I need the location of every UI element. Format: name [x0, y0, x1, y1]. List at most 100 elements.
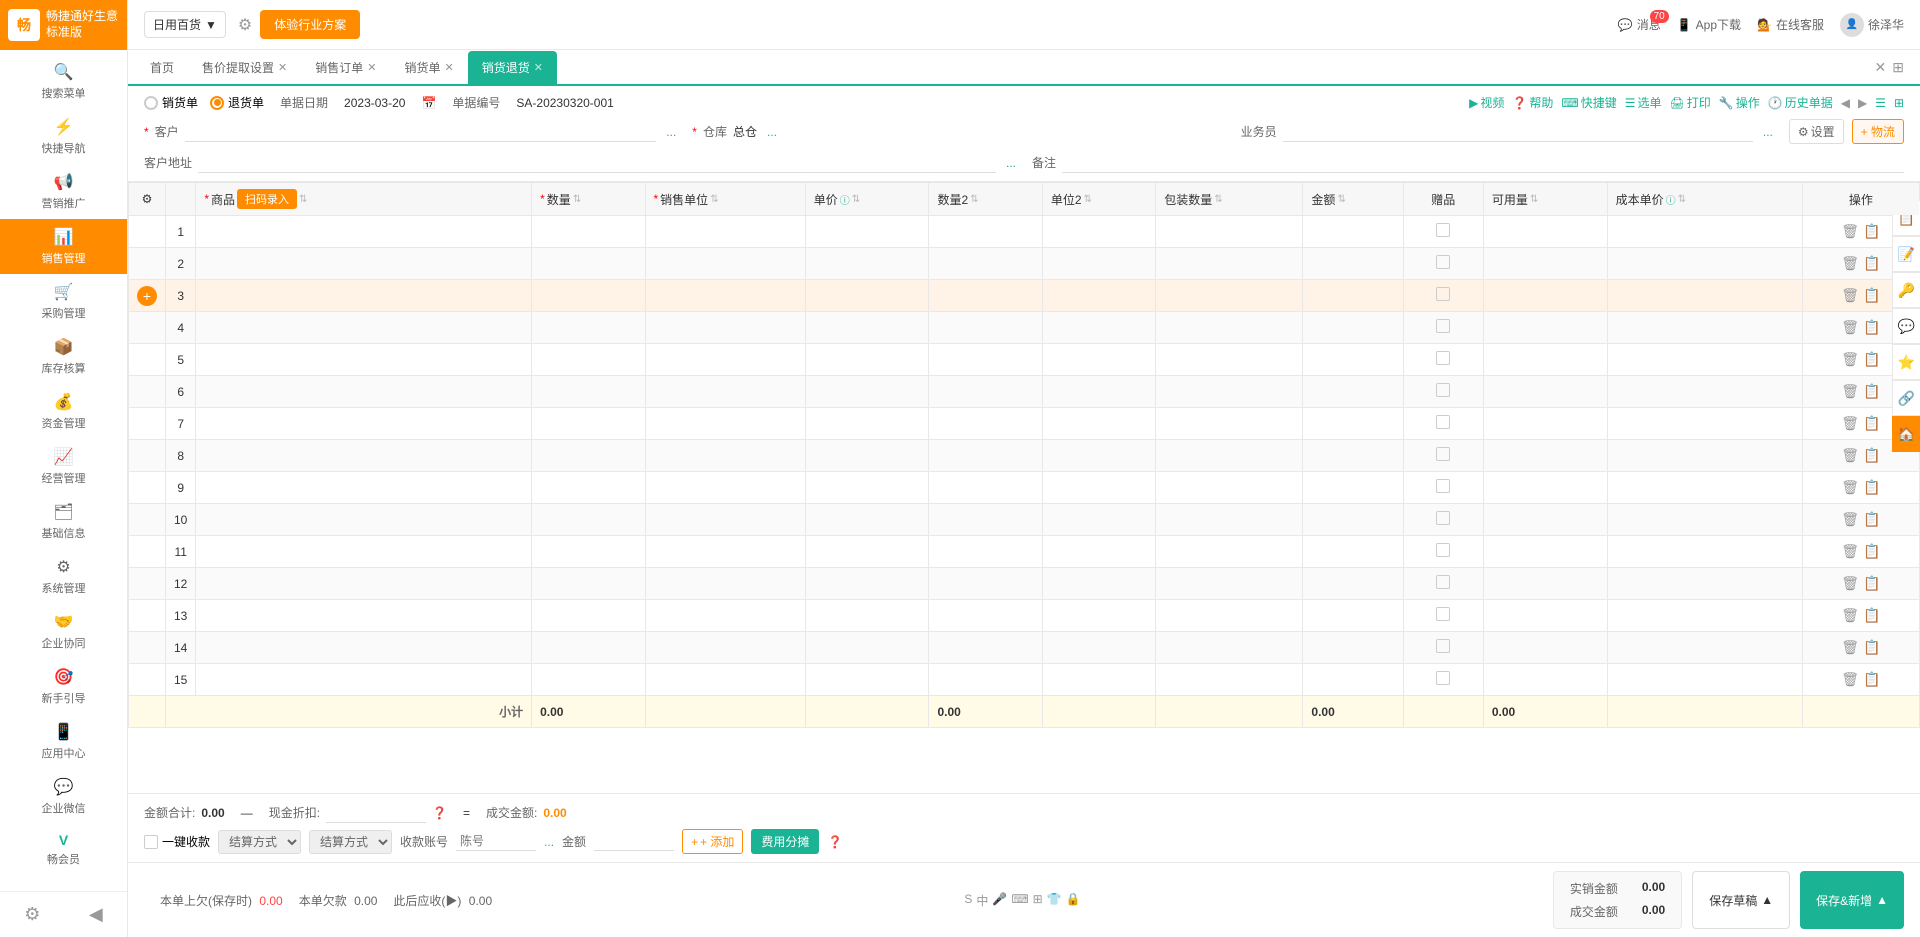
copy-row-1[interactable]: 📋 — [1863, 223, 1880, 240]
cell-product-3[interactable] — [196, 280, 532, 312]
row-gear-2[interactable] — [129, 248, 166, 280]
cell-unit2-1[interactable] — [1042, 216, 1155, 248]
sidebar-item-finance[interactable]: 💰 资金管理 — [0, 384, 127, 439]
cell-product-1[interactable] — [196, 216, 532, 248]
sidebar-item-appstore[interactable]: 📱 应用中心 — [0, 714, 127, 769]
cell-cost-10[interactable] — [1607, 504, 1802, 536]
cell-price-13[interactable] — [805, 600, 929, 632]
cell-qty2-9[interactable] — [929, 472, 1042, 504]
sidebar-item-member[interactable]: V 畅会员 — [0, 824, 127, 875]
cell-qty-8[interactable] — [532, 440, 645, 472]
cell-product-12[interactable] — [196, 568, 532, 600]
cell-cost-5[interactable] — [1607, 344, 1802, 376]
account-dots[interactable]: ... — [544, 835, 554, 849]
cell-unit-10[interactable] — [645, 504, 805, 536]
row-gear-10[interactable] — [129, 504, 166, 536]
tab-close-return[interactable]: ✕ — [534, 61, 543, 74]
cell-qty2-5[interactable] — [929, 344, 1042, 376]
copy-row-11[interactable]: 📋 — [1863, 543, 1880, 560]
cell-pack-2[interactable] — [1156, 248, 1303, 280]
logistics-btn[interactable]: + 物流 — [1852, 119, 1904, 144]
delete-row-14[interactable]: 🗑 — [1841, 639, 1859, 656]
cell-price-14[interactable] — [805, 632, 929, 664]
cell-product-9[interactable] — [196, 472, 532, 504]
rsi-icon-2[interactable]: 📝 — [1892, 236, 1920, 272]
copy-row-3[interactable]: 📋 — [1863, 287, 1880, 304]
cell-available-7[interactable] — [1483, 408, 1607, 440]
cell-cost-2[interactable] — [1607, 248, 1802, 280]
row-gear-9[interactable] — [129, 472, 166, 504]
cell-price-15[interactable] — [805, 664, 929, 696]
gift-checkbox-3[interactable] — [1436, 287, 1450, 301]
cell-gift-8[interactable] — [1403, 440, 1483, 472]
rsi-icon-6[interactable]: 🔗 — [1892, 380, 1920, 416]
rsi-icon-3[interactable]: 🔑 — [1892, 272, 1920, 308]
cell-qty-4[interactable] — [532, 312, 645, 344]
cell-unit2-10[interactable] — [1042, 504, 1155, 536]
cell-qty2-11[interactable] — [929, 536, 1042, 568]
tab-sales-delivery[interactable]: 销货单 ✕ — [390, 51, 467, 84]
sidebar-item-operation[interactable]: 📈 经营管理 — [0, 439, 127, 494]
gift-checkbox-5[interactable] — [1436, 351, 1450, 365]
row-gear-3[interactable]: + — [129, 280, 166, 312]
product-input-3[interactable] — [204, 289, 523, 303]
cell-unit-8[interactable] — [645, 440, 805, 472]
delete-row-13[interactable]: 🗑 — [1841, 607, 1859, 624]
cell-cost-9[interactable] — [1607, 472, 1802, 504]
address-dots[interactable]: ... — [1006, 156, 1016, 170]
cell-pack-11[interactable] — [1156, 536, 1303, 568]
cell-amount-12[interactable] — [1303, 568, 1403, 600]
copy-row-5[interactable]: 📋 — [1863, 351, 1880, 368]
cell-qty2-7[interactable] — [929, 408, 1042, 440]
cell-gift-5[interactable] — [1403, 344, 1483, 376]
cell-unit-6[interactable] — [645, 376, 805, 408]
cell-cost-7[interactable] — [1607, 408, 1802, 440]
one-key-pay-check[interactable]: 一键收款 — [144, 833, 210, 850]
cell-unit-15[interactable] — [645, 664, 805, 696]
tab-sales-order[interactable]: 销售订单 ✕ — [301, 51, 390, 84]
sidebar-item-system[interactable]: ⚙ 系统管理 — [0, 549, 127, 604]
cell-cost-1[interactable] — [1607, 216, 1802, 248]
cell-cost-3[interactable] — [1607, 280, 1802, 312]
cell-gift-15[interactable] — [1403, 664, 1483, 696]
cell-unit2-14[interactable] — [1042, 632, 1155, 664]
cell-amount-11[interactable] — [1303, 536, 1403, 568]
cell-cost-14[interactable] — [1607, 632, 1802, 664]
cell-qty-14[interactable] — [532, 632, 645, 664]
cell-product-2[interactable] — [196, 248, 532, 280]
delete-row-5[interactable]: 🗑 — [1841, 351, 1859, 368]
cell-gift-6[interactable] — [1403, 376, 1483, 408]
cell-pack-4[interactable] — [1156, 312, 1303, 344]
sidebar-item-sales[interactable]: 📊 销售管理 — [0, 219, 127, 274]
scan-btn[interactable]: 扫码录入 — [237, 189, 297, 209]
cell-qty-12[interactable] — [532, 568, 645, 600]
th-gear[interactable]: ⚙ — [129, 183, 166, 216]
cell-unit2-6[interactable] — [1042, 376, 1155, 408]
cell-cost-13[interactable] — [1607, 600, 1802, 632]
cell-unit-4[interactable] — [645, 312, 805, 344]
gift-checkbox-6[interactable] — [1436, 383, 1450, 397]
copy-row-8[interactable]: 📋 — [1863, 447, 1880, 464]
cell-available-12[interactable] — [1483, 568, 1607, 600]
cell-qty-15[interactable] — [532, 664, 645, 696]
row-gear-6[interactable] — [129, 376, 166, 408]
gift-checkbox-8[interactable] — [1436, 447, 1450, 461]
cell-unit-12[interactable] — [645, 568, 805, 600]
topbar-gear-icon[interactable]: ⚙ — [238, 15, 252, 35]
cell-price-1[interactable] — [805, 216, 929, 248]
cell-unit-7[interactable] — [645, 408, 805, 440]
cell-product-14[interactable] — [196, 632, 532, 664]
cell-unit2-3[interactable] — [1042, 280, 1155, 312]
cell-qty2-8[interactable] — [929, 440, 1042, 472]
delete-row-11[interactable]: 🗑 — [1841, 543, 1859, 560]
delete-row-12[interactable]: 🗑 — [1841, 575, 1859, 592]
cell-product-13[interactable] — [196, 600, 532, 632]
cell-unit2-12[interactable] — [1042, 568, 1155, 600]
cell-gift-12[interactable] — [1403, 568, 1483, 600]
cell-qty2-13[interactable] — [929, 600, 1042, 632]
cell-gift-3[interactable] — [1403, 280, 1483, 312]
cell-unit2-9[interactable] — [1042, 472, 1155, 504]
gift-checkbox-1[interactable] — [1436, 223, 1450, 237]
cell-unit-9[interactable] — [645, 472, 805, 504]
cell-qty2-4[interactable] — [929, 312, 1042, 344]
